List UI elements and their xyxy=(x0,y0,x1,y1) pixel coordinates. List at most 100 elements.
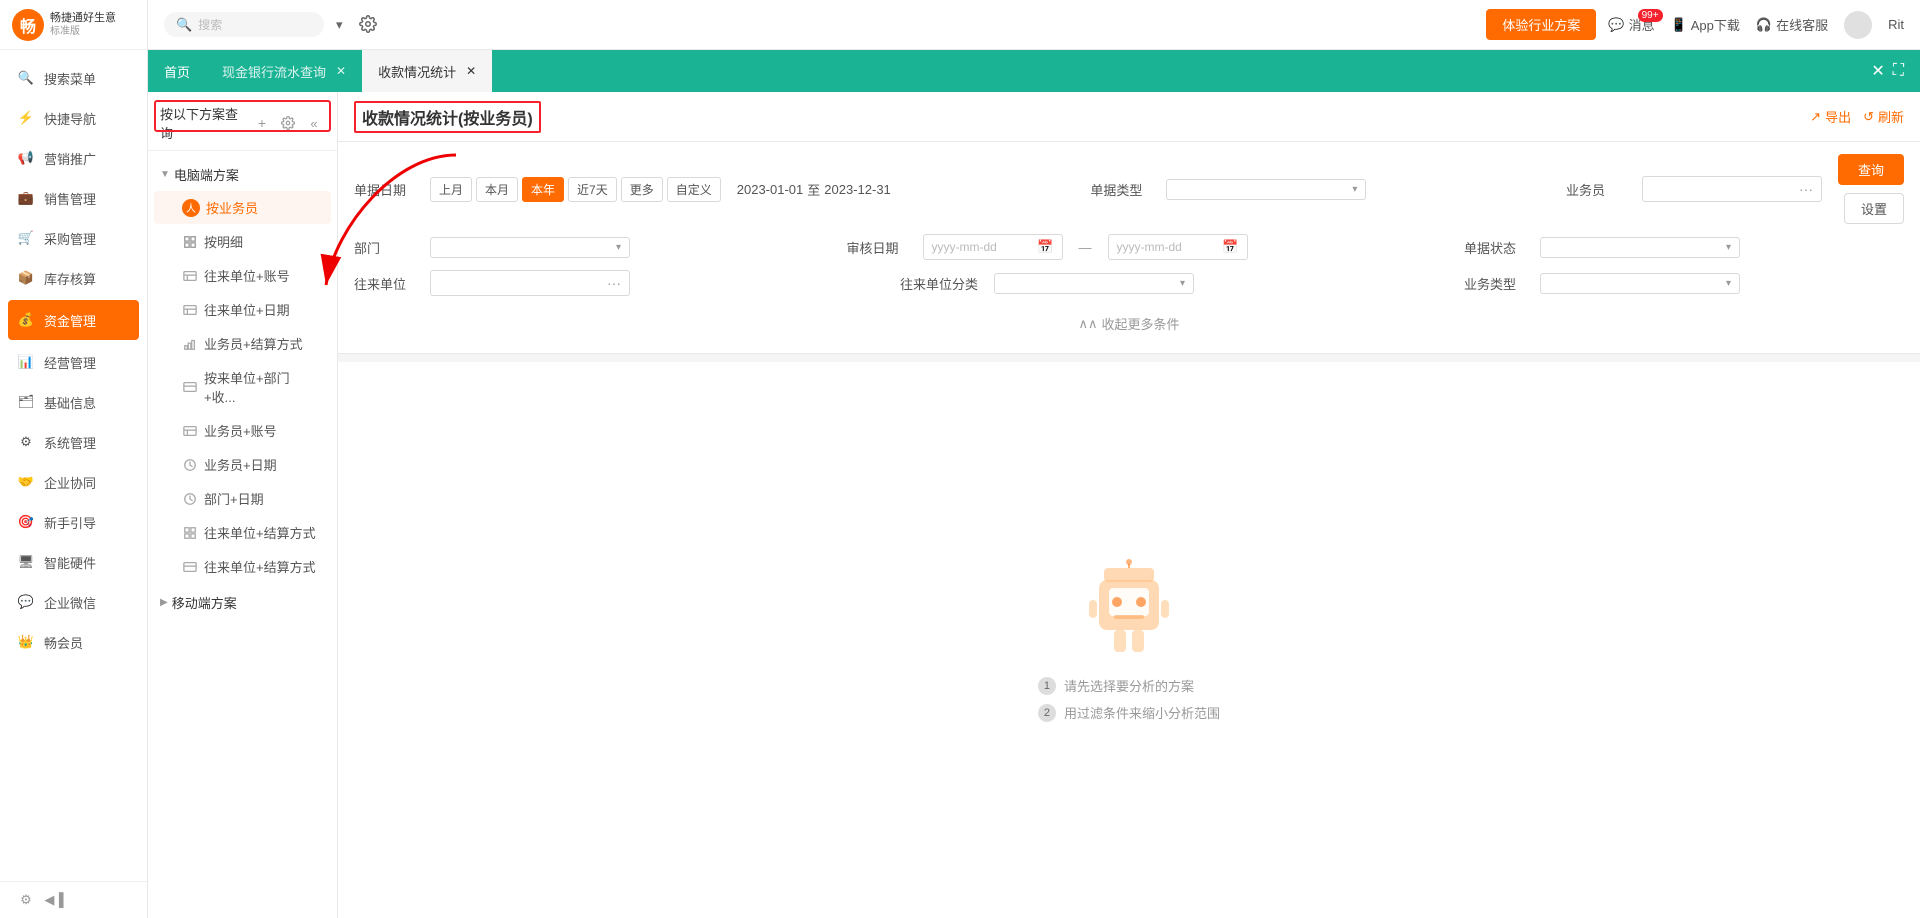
query-button[interactable]: 查询 xyxy=(1838,154,1904,185)
shortcut-icon: ⚡ xyxy=(16,108,36,128)
review-date-end-input[interactable]: yyyy-mm-dd 📅 xyxy=(1108,234,1248,260)
tree-section: ▼ 电脑端方案 人 按业务员 按明细 xyxy=(148,151,337,626)
sidebar-item-search[interactable]: 🔍 搜索菜单 xyxy=(0,58,147,98)
filter-row-1: 单据日期 上月 本月 本年 近7天 更多 自定义 2023-01-01 至 20… xyxy=(354,154,1904,224)
header-gear-icon[interactable] xyxy=(359,15,379,35)
tree-item-dept-date[interactable]: 部门+日期 xyxy=(154,482,331,515)
salesman-more-icon[interactable]: ··· xyxy=(1799,181,1813,197)
collapse-up-icon: ∧∧ xyxy=(1078,316,1097,332)
sidebar-item-marketing[interactable]: 📢 营销推广 xyxy=(0,138,147,178)
tree-item-salesman-settlement[interactable]: 业务员+结算方式 xyxy=(154,327,331,360)
empty-tips: 1 请先选择要分析的方案 2 用过滤条件来缩小分析范围 xyxy=(1038,676,1220,730)
tab-bank[interactable]: 现金银行流水查询 ✕ xyxy=(206,50,362,92)
tree-item-counter-date[interactable]: 往来单位+日期 xyxy=(154,293,331,326)
sidebar-item-sales-label: 销售管理 xyxy=(44,189,96,208)
header-search[interactable]: 🔍 搜索 xyxy=(164,12,324,37)
date-btn-this-month[interactable]: 本月 xyxy=(476,177,518,202)
tree-item-counter-settlement1[interactable]: 往来单位+结算方式 xyxy=(154,516,331,549)
online-service-item[interactable]: 🎧 在线客服 xyxy=(1756,15,1828,34)
sidebar-item-wechat[interactable]: 💬 企业微信 xyxy=(0,582,147,622)
sidebar-item-operations[interactable]: 📊 经营管理 xyxy=(0,342,147,382)
tip-num-2: 2 xyxy=(1038,704,1056,722)
tree-item-salesman-date[interactable]: 业务员+日期 xyxy=(154,448,331,481)
sidebar-item-sales[interactable]: 💼 销售管理 xyxy=(0,178,147,218)
sidebar-item-inventory[interactable]: 📦 库存核算 xyxy=(0,258,147,298)
online-service-label: 在线客服 xyxy=(1776,15,1828,34)
sidebar-item-shortcut[interactable]: ⚡ 快捷导航 xyxy=(0,98,147,138)
review-date-label: 审核日期 xyxy=(847,238,907,257)
sidebar-bottom: ⚙ ◀▐ xyxy=(0,881,147,918)
dept-dropdown-icon: ▾ xyxy=(616,242,621,253)
dept-select[interactable]: ▾ xyxy=(430,237,630,258)
tab-home[interactable]: 首页 xyxy=(148,50,206,92)
counter-date-icon xyxy=(182,302,198,318)
desktop-section-header[interactable]: ▼ 电脑端方案 xyxy=(148,159,337,190)
counter-unit-classify-select[interactable]: ▾ xyxy=(994,273,1194,294)
settings-bottom-icon[interactable]: ⚙ xyxy=(16,890,36,910)
collapse-more-button[interactable]: ∧∧ 收起更多条件 xyxy=(1078,314,1179,333)
collapse-sidebar-icon[interactable]: ◀▐ xyxy=(44,890,64,910)
tab-collection-close-icon[interactable]: ✕ xyxy=(466,64,476,78)
tab-close-all-icon[interactable]: ✕ xyxy=(1871,61,1884,81)
tab-bar-right: ✕ ⛶ xyxy=(1871,61,1920,81)
add-scheme-button[interactable]: + xyxy=(251,112,273,134)
app-download-item[interactable]: 📱 App下载 xyxy=(1671,15,1740,34)
empty-tip-2-text: 用过滤条件来缩小分析范围 xyxy=(1064,703,1220,722)
date-btn-custom[interactable]: 自定义 xyxy=(667,177,721,202)
sidebar-item-enterprise[interactable]: 🤝 企业协同 xyxy=(0,462,147,502)
date-btn-last-month[interactable]: 上月 xyxy=(430,177,472,202)
salesman-select[interactable]: ··· xyxy=(1642,176,1822,202)
filter-row-2: 部门 ▾ 审核日期 yyyy-mm-dd 📅 — yyyy-mm-dd 📅 xyxy=(354,234,1904,260)
trial-button[interactable]: 体验行业方案 xyxy=(1486,9,1596,40)
dept-label: 部门 xyxy=(354,238,414,257)
settings-button[interactable]: 设置 xyxy=(1844,193,1904,224)
sidebar-item-basic[interactable]: 🗂 基础信息 xyxy=(0,382,147,422)
biz-type-select[interactable]: ▾ xyxy=(1540,273,1740,294)
tree-item-salesman-account[interactable]: 业务员+账号 xyxy=(154,414,331,447)
doc-type-label: 单据类型 xyxy=(1090,180,1150,199)
sidebar-item-wechat-label: 企业微信 xyxy=(44,593,96,612)
salesman-settlement-icon xyxy=(182,336,198,352)
review-date-start-input[interactable]: yyyy-mm-dd 📅 xyxy=(923,234,1063,260)
doc-type-select[interactable]: ▾ xyxy=(1166,179,1366,200)
counter-unit-more-icon[interactable]: ··· xyxy=(607,275,621,291)
tab-maximize-icon[interactable]: ⛶ xyxy=(1893,62,1904,80)
sidebar-item-newbie[interactable]: 🎯 新手引导 xyxy=(0,502,147,542)
sidebar-item-newbie-label: 新手引导 xyxy=(44,513,96,532)
tree-item-salesman-settlement-label: 业务员+结算方式 xyxy=(204,334,303,353)
user-avatar[interactable] xyxy=(1844,11,1872,39)
sidebar-logo: 畅 畅捷通好生意 标准版 xyxy=(0,0,147,50)
mobile-section-header[interactable]: ▶ 移动端方案 xyxy=(148,587,337,618)
tree-item-counter-settlement2[interactable]: 往来单位+结算方式 xyxy=(154,550,331,583)
sidebar-item-member[interactable]: 👑 畅会员 xyxy=(0,622,147,662)
detail-icon xyxy=(182,234,198,250)
date-btn-7days[interactable]: 近7天 xyxy=(568,177,617,202)
online-service-icon: 🎧 xyxy=(1756,17,1772,33)
export-button[interactable]: ↗ 导出 xyxy=(1810,107,1851,126)
collapse-panel-icon[interactable]: « xyxy=(303,112,325,134)
sidebar-item-purchase[interactable]: 🛒 采购管理 xyxy=(0,218,147,258)
date-btn-more[interactable]: 更多 xyxy=(621,177,663,202)
tree-item-counter-dept[interactable]: 按来单位+部门+收... xyxy=(154,361,331,413)
refresh-button[interactable]: ↺ 刷新 xyxy=(1863,107,1904,126)
header-dropdown-icon[interactable]: ▾ xyxy=(336,17,343,33)
counter-unit-select[interactable]: ··· xyxy=(430,270,630,296)
doc-status-select[interactable]: ▾ xyxy=(1540,237,1740,258)
sidebar-item-finance[interactable]: 💰 资金管理 xyxy=(8,300,139,340)
header-right-area: 💬 消息 99+ 📱 App下载 🎧 在线客服 Rit xyxy=(1608,11,1904,39)
tab-collection[interactable]: 收款情况统计 ✕ xyxy=(362,50,492,92)
tree-item-salesman-account-label: 业务员+账号 xyxy=(204,421,277,440)
tree-item-counter-settlement1-label: 往来单位+结算方式 xyxy=(204,523,316,542)
collapse-row: ∧∧ 收起更多条件 xyxy=(354,306,1904,341)
tree-item-by-salesman[interactable]: 人 按业务员 xyxy=(154,191,331,224)
sidebar-item-system[interactable]: ⚙ 系统管理 xyxy=(0,422,147,462)
tree-item-counter-account[interactable]: 往来单位+账号 xyxy=(154,259,331,292)
date-btn-this-year[interactable]: 本年 xyxy=(522,177,564,202)
scheme-settings-icon[interactable] xyxy=(277,112,299,134)
sidebar-item-hardware[interactable]: 🖥 智能硬件 xyxy=(0,542,147,582)
tree-item-by-detail[interactable]: 按明细 xyxy=(154,225,331,258)
tab-bank-close-icon[interactable]: ✕ xyxy=(336,64,346,78)
message-icon-item[interactable]: 💬 消息 99+ xyxy=(1608,15,1654,34)
counter-settlement1-icon xyxy=(182,525,198,541)
sidebar-menu: 🔍 搜索菜单 ⚡ 快捷导航 📢 营销推广 💼 销售管理 🛒 采购管理 📦 库存核… xyxy=(0,50,147,881)
